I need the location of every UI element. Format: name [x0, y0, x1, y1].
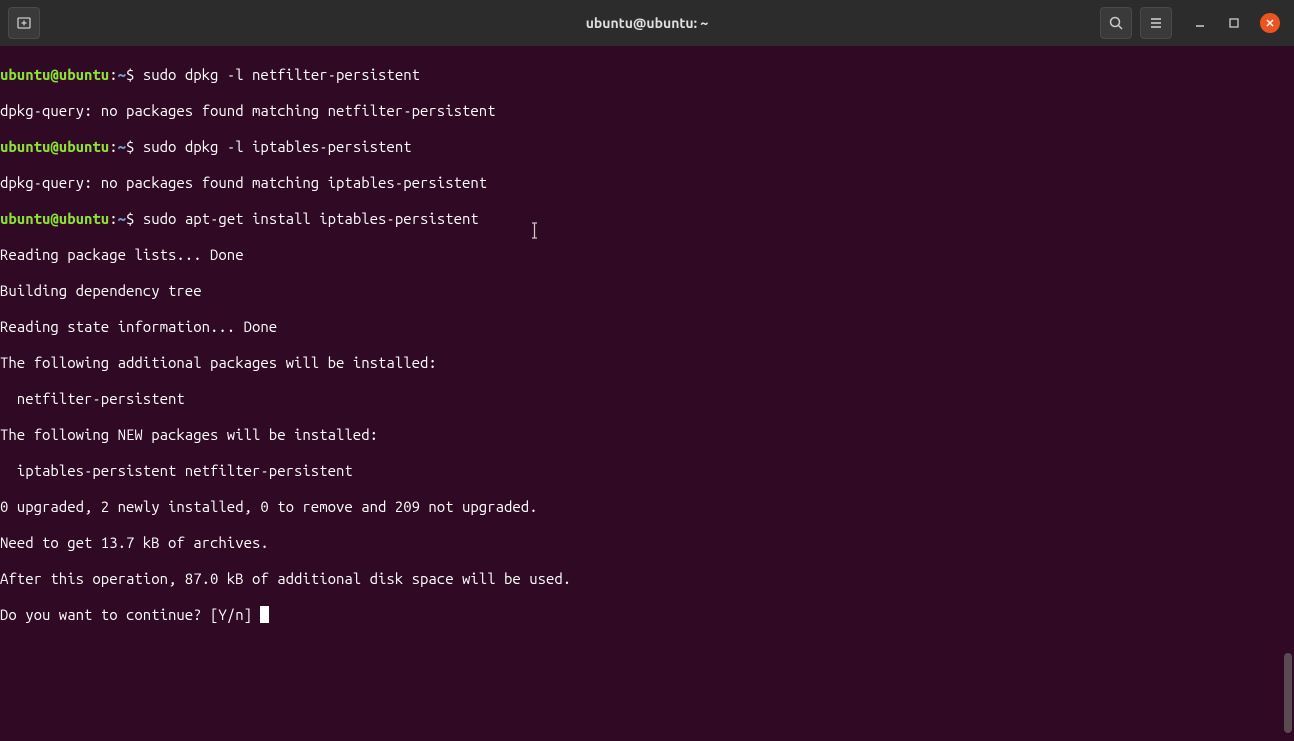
prompt-dollar: $ — [126, 66, 143, 83]
output-line: dpkg-query: no packages found matching n… — [0, 102, 1294, 120]
output-line: The following additional packages will b… — [0, 354, 1294, 372]
maximize-icon — [1228, 17, 1240, 29]
search-button[interactable] — [1100, 7, 1132, 39]
prompt-user-host: ubuntu@ubuntu — [0, 138, 109, 155]
minimize-icon — [1194, 17, 1206, 29]
output-line: Building dependency tree — [0, 282, 1294, 300]
prompt-colon: : — [109, 66, 117, 83]
output-line: Need to get 13.7 kB of archives. — [0, 534, 1294, 552]
prompt-colon: : — [109, 138, 117, 155]
output-line: Reading state information... Done — [0, 318, 1294, 336]
output-line: iptables-persistent netfilter-persistent — [0, 462, 1294, 480]
output-line: dpkg-query: no packages found matching i… — [0, 174, 1294, 192]
prompt-path: ~ — [118, 138, 126, 155]
output-line: 0 upgraded, 2 newly installed, 0 to remo… — [0, 498, 1294, 516]
command-text: sudo dpkg -l iptables-persistent — [143, 138, 412, 155]
output-line: netfilter-persistent — [0, 390, 1294, 408]
new-tab-icon — [16, 15, 32, 31]
output-line: Do you want to continue? [Y/n] — [0, 606, 260, 623]
command-text: sudo apt-get install iptables-persistent — [143, 210, 479, 227]
new-tab-button[interactable] — [8, 7, 40, 39]
prompt-dollar: $ — [126, 138, 143, 155]
minimize-button[interactable] — [1192, 15, 1208, 31]
prompt-dollar: $ — [126, 210, 143, 227]
command-text: sudo dpkg -l netfilter-persistent — [143, 66, 420, 83]
close-icon — [1265, 18, 1275, 28]
output-line: The following NEW packages will be insta… — [0, 426, 1294, 444]
prompt-user-host: ubuntu@ubuntu — [0, 210, 109, 227]
prompt-path: ~ — [118, 66, 126, 83]
window-title: ubuntu@ubuntu: ~ — [586, 15, 709, 31]
terminal-output-area[interactable]: ubuntu@ubuntu:~$ sudo dpkg -l netfilter-… — [0, 46, 1294, 642]
titlebar-right-group — [1100, 7, 1286, 39]
window-controls — [1192, 13, 1280, 33]
close-button[interactable] — [1260, 13, 1280, 33]
vertical-scrollbar[interactable] — [1284, 653, 1292, 733]
menu-button[interactable] — [1140, 7, 1172, 39]
output-line: Reading package lists... Done — [0, 246, 1294, 264]
terminal-cursor — [260, 606, 269, 623]
maximize-button[interactable] — [1226, 15, 1242, 31]
hamburger-icon — [1148, 15, 1164, 31]
output-line: After this operation, 87.0 kB of additio… — [0, 570, 1294, 588]
window-titlebar: ubuntu@ubuntu: ~ — [0, 0, 1294, 46]
prompt-path: ~ — [118, 210, 126, 227]
search-icon — [1108, 15, 1124, 31]
prompt-user-host: ubuntu@ubuntu — [0, 66, 109, 83]
prompt-colon: : — [109, 210, 117, 227]
